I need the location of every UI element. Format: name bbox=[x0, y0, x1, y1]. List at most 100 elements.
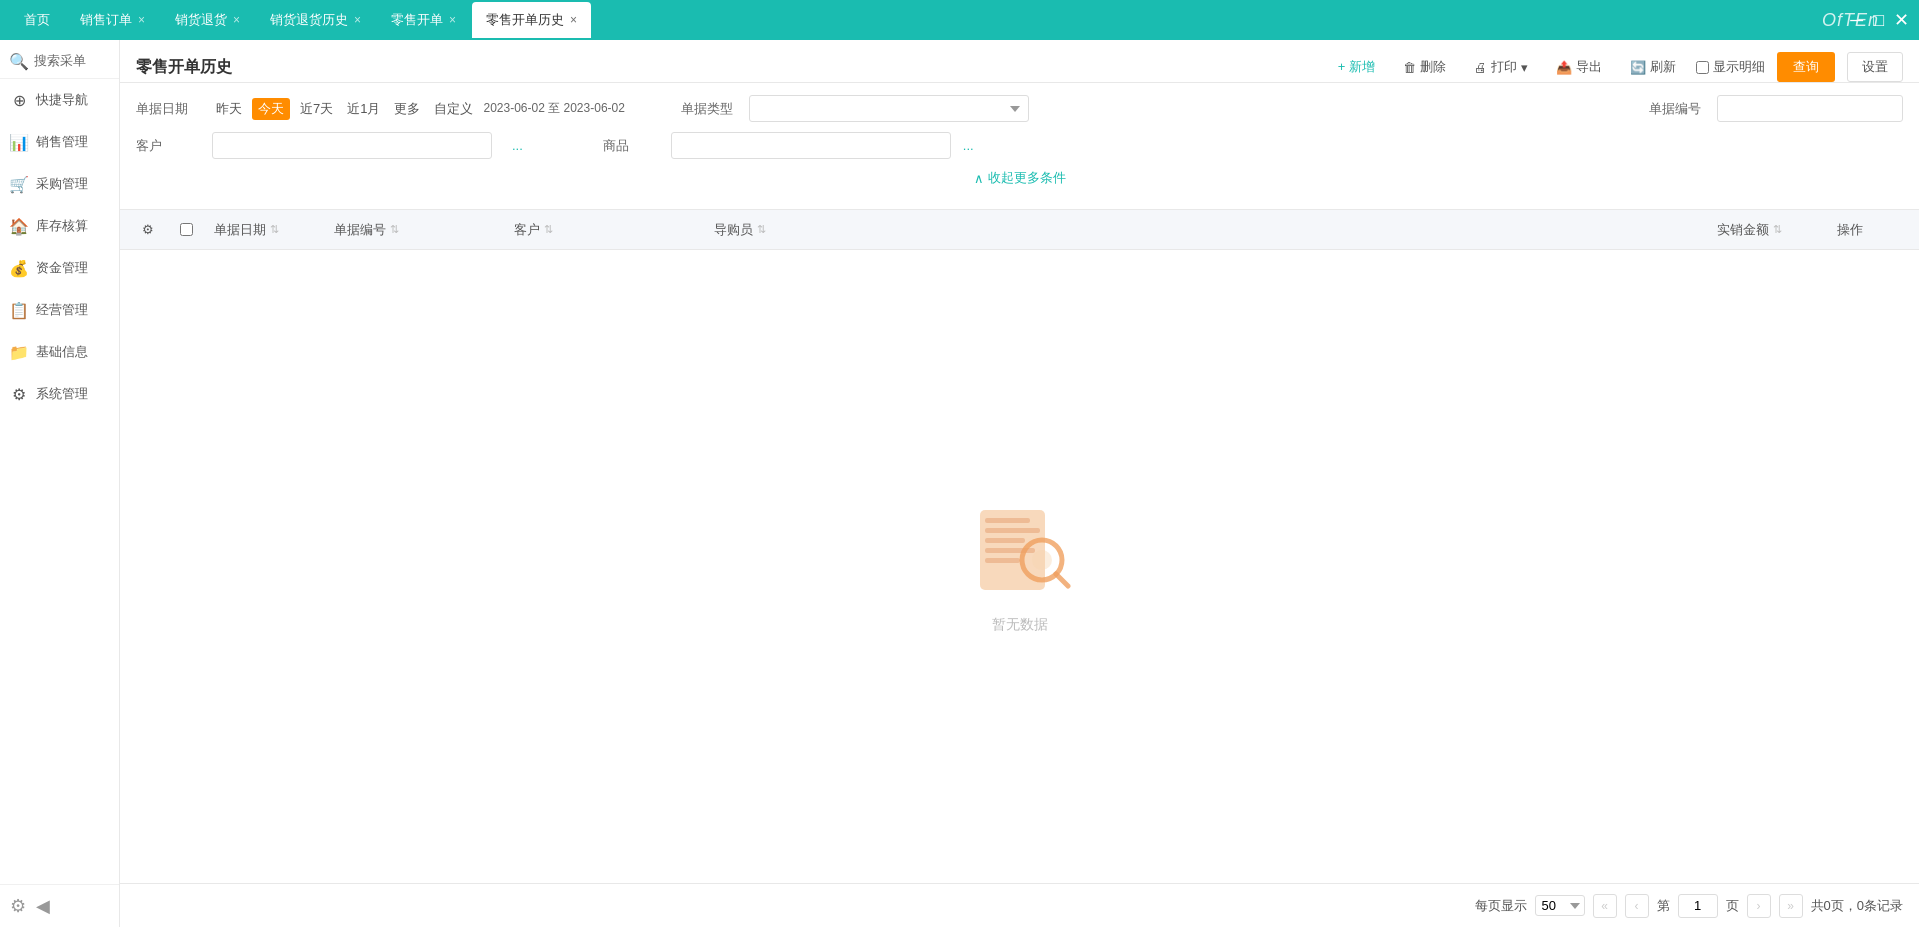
sidebar-label-sales-mgmt: 销售管理 bbox=[36, 133, 88, 151]
sidebar-item-sys-mgmt[interactable]: ⚙ 系统管理 bbox=[0, 373, 119, 415]
sidebar-label-inventory: 库存核算 bbox=[36, 217, 88, 235]
display-cols-checkbox[interactable] bbox=[1696, 61, 1709, 74]
sidebar-search-label: 搜索采单 bbox=[34, 52, 86, 70]
select-all-checkbox[interactable] bbox=[180, 223, 193, 236]
page-label: 第 bbox=[1657, 897, 1670, 915]
current-page-input[interactable] bbox=[1678, 894, 1718, 918]
doc-no-input[interactable] bbox=[1717, 95, 1903, 122]
tab-retail-open[interactable]: 零售开单 × bbox=[377, 2, 470, 38]
doc-date-sort-icon: ⇅ bbox=[270, 223, 279, 236]
prev-page-button[interactable]: ‹ bbox=[1625, 894, 1649, 918]
sidebar-item-quick-nav[interactable]: ⊕ 快捷导航 bbox=[0, 79, 119, 121]
print-button[interactable]: 🖨 打印 ▾ bbox=[1466, 54, 1536, 80]
customer-input[interactable] bbox=[212, 132, 492, 159]
date-opt-7days[interactable]: 近7天 bbox=[296, 98, 337, 120]
filter-area: 单据日期 昨天 今天 近7天 近1月 更多 自定义 2023-06-02 至 2… bbox=[120, 83, 1919, 210]
sidebar: 🔍 搜索采单 ⊕ 快捷导航 📊 销售管理 🛒 采购管理 🏠 库存核算 💰 资金管… bbox=[0, 40, 120, 927]
date-opt-custom[interactable]: 自定义 bbox=[430, 98, 477, 120]
doc-type-filter: 单据类型 bbox=[641, 95, 1633, 122]
page-header: 零售开单历史 + 新增 🗑 删除 🖨 打印 ▾ 📤 导出 🔄 bbox=[120, 40, 1919, 83]
sidebar-label-basic-info: 基础信息 bbox=[36, 343, 88, 361]
sidebar-icon-sales-mgmt: 📊 bbox=[10, 133, 28, 151]
tab-sales-order[interactable]: 销售订单 × bbox=[66, 2, 159, 38]
table-col-amount[interactable]: 实销金额 ⇅ bbox=[1709, 221, 1829, 239]
table-col-doc-date[interactable]: 单据日期 ⇅ bbox=[206, 221, 326, 239]
page-title: 零售开单历史 bbox=[136, 57, 232, 78]
svg-rect-3 bbox=[985, 538, 1025, 543]
filter-row-1: 单据日期 昨天 今天 近7天 近1月 更多 自定义 2023-06-02 至 2… bbox=[136, 95, 1903, 122]
page-size-select[interactable]: 50 20 100 200 bbox=[1535, 895, 1585, 916]
empty-text: 暂无数据 bbox=[992, 616, 1048, 634]
doc-no-label: 单据编号 bbox=[1649, 100, 1709, 118]
setting-button[interactable]: 设置 bbox=[1847, 52, 1903, 82]
export-button[interactable]: 📤 导出 bbox=[1548, 54, 1610, 80]
svg-rect-1 bbox=[985, 518, 1030, 523]
doc-type-select[interactable] bbox=[749, 95, 1029, 122]
goods-filter: 商品 ... bbox=[543, 132, 1903, 159]
sidebar-icon-purchase-mgmt: 🛒 bbox=[10, 175, 28, 193]
sidebar-search[interactable]: 🔍 搜索采单 bbox=[0, 40, 119, 79]
tab-label-sales-return-history: 销货退货历史 bbox=[270, 11, 348, 29]
tab-label-home: 首页 bbox=[24, 11, 50, 29]
tab-label-sales-return: 销货退货 bbox=[175, 11, 227, 29]
sidebar-label-finance: 资金管理 bbox=[36, 259, 88, 277]
header-actions: + 新增 🗑 删除 🖨 打印 ▾ 📤 导出 🔄 刷新 bbox=[1330, 52, 1903, 82]
empty-icon bbox=[960, 500, 1080, 600]
first-page-button[interactable]: « bbox=[1593, 894, 1617, 918]
collapse-button[interactable]: ∧ 收起更多条件 bbox=[974, 169, 1066, 187]
table-col-checkbox[interactable] bbox=[166, 223, 206, 236]
last-page-button[interactable]: » bbox=[1779, 894, 1803, 918]
sidebar-settings-button[interactable]: ⚙ bbox=[10, 895, 26, 917]
goods-ellipsis-button[interactable]: ... bbox=[959, 138, 978, 153]
tab-close-sales-order[interactable]: × bbox=[138, 13, 145, 27]
next-page-button[interactable]: › bbox=[1747, 894, 1771, 918]
customer-label: 客户 bbox=[136, 137, 196, 155]
tab-sales-return[interactable]: 销货退货 × bbox=[161, 2, 254, 38]
customer-sort-icon: ⇅ bbox=[544, 223, 553, 236]
date-opt-today[interactable]: 今天 bbox=[252, 98, 290, 120]
tab-close-sales-return-history[interactable]: × bbox=[354, 13, 361, 27]
refresh-icon: 🔄 bbox=[1630, 60, 1646, 75]
tab-close-retail-open-history[interactable]: × bbox=[570, 13, 577, 27]
refresh-button[interactable]: 🔄 刷新 bbox=[1622, 54, 1684, 80]
new-button[interactable]: + 新增 bbox=[1330, 54, 1383, 80]
table-col-doc-no[interactable]: 单据编号 ⇅ bbox=[326, 221, 506, 239]
tab-retail-open-history[interactable]: 零售开单历史 × bbox=[472, 2, 591, 38]
tab-close-retail-open[interactable]: × bbox=[449, 13, 456, 27]
table-col-guide[interactable]: 导购员 ⇅ bbox=[706, 221, 826, 239]
app-brand: OfTEn bbox=[1822, 10, 1879, 31]
sidebar-item-operations[interactable]: 📋 经营管理 bbox=[0, 289, 119, 331]
sidebar-item-finance[interactable]: 💰 资金管理 bbox=[0, 247, 119, 289]
date-opt-1month[interactable]: 近1月 bbox=[343, 98, 384, 120]
sidebar-item-basic-info[interactable]: 📁 基础信息 bbox=[0, 331, 119, 373]
tab-home[interactable]: 首页 bbox=[10, 2, 64, 38]
goods-input[interactable] bbox=[671, 132, 951, 159]
sidebar-item-purchase-mgmt[interactable]: 🛒 采购管理 bbox=[0, 163, 119, 205]
sidebar-item-sales-mgmt[interactable]: 📊 销售管理 bbox=[0, 121, 119, 163]
table-col-customer[interactable]: 客户 ⇅ bbox=[506, 221, 706, 239]
tab-label-retail-open-history: 零售开单历史 bbox=[486, 11, 564, 29]
display-cols-toggle[interactable]: 显示明细 bbox=[1696, 58, 1765, 76]
table-header: ⚙ 单据日期 ⇅ 单据编号 ⇅ 客户 ⇅ 导购员 ⇅ bbox=[120, 210, 1919, 250]
doc-no-filter: 单据编号 bbox=[1649, 95, 1903, 122]
sidebar-collapse-button[interactable]: ◀ bbox=[36, 895, 50, 917]
close-window-button[interactable]: ✕ bbox=[1894, 9, 1909, 31]
search-icon: 🔍 bbox=[10, 52, 28, 70]
tab-sales-return-history[interactable]: 销货退货历史 × bbox=[256, 2, 375, 38]
tab-label-sales-order: 销售订单 bbox=[80, 11, 132, 29]
collapse-icon: ∧ bbox=[974, 171, 984, 186]
tab-close-sales-return[interactable]: × bbox=[233, 13, 240, 27]
sidebar-item-inventory[interactable]: 🏠 库存核算 bbox=[0, 205, 119, 247]
svg-line-7 bbox=[1056, 574, 1068, 586]
sidebar-label-quick-nav: 快捷导航 bbox=[36, 91, 88, 109]
sidebar-label-purchase-mgmt: 采购管理 bbox=[36, 175, 88, 193]
date-opt-yesterday[interactable]: 昨天 bbox=[212, 98, 246, 120]
date-opt-more[interactable]: 更多 bbox=[390, 98, 424, 120]
table-col-setting[interactable]: ⚙ bbox=[130, 222, 166, 237]
goods-label: 商品 bbox=[603, 137, 663, 155]
query-button[interactable]: 查询 bbox=[1777, 52, 1835, 82]
tab-label-retail-open: 零售开单 bbox=[391, 11, 443, 29]
table-col-ops: 操作 bbox=[1829, 221, 1909, 239]
customer-ellipsis-button[interactable]: ... bbox=[508, 138, 527, 153]
delete-button[interactable]: 🗑 删除 bbox=[1395, 54, 1454, 80]
